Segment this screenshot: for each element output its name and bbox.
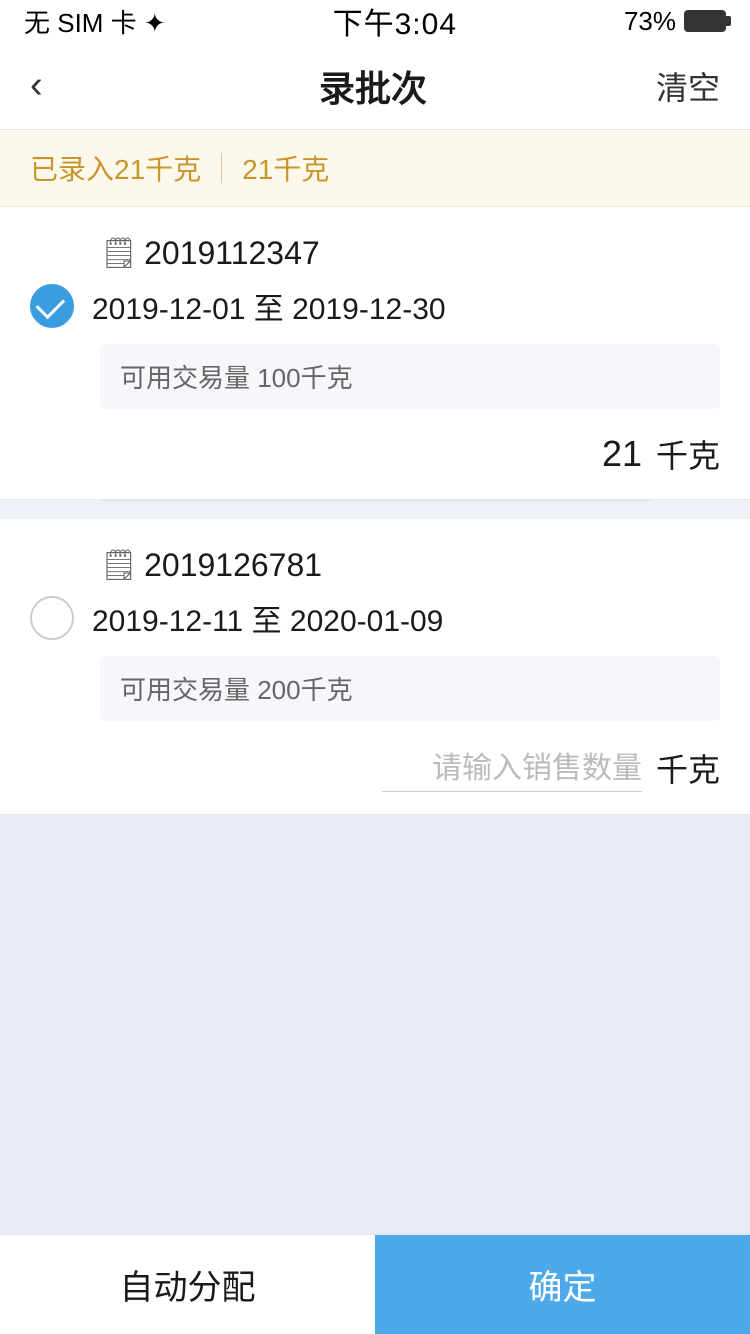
status-right: 73% (624, 6, 726, 37)
bottom-bar: 自动分配 确定 (0, 1234, 750, 1334)
input-unit-2: 千克 (656, 745, 720, 791)
clear-button[interactable]: 清空 (656, 63, 720, 109)
battery-icon (684, 10, 726, 32)
radio-1[interactable] (30, 284, 74, 328)
confirm-button[interactable]: 确定 (375, 1235, 750, 1334)
gray-area (0, 815, 750, 1245)
page-title: 录批次 (319, 60, 427, 112)
battery-percent: 73% (624, 6, 676, 37)
section-gap (0, 501, 750, 519)
batch-date-row-1[interactable]: 2019-12-01 至 2019-12-30 (30, 284, 720, 328)
status-bar: 无 SIM 卡 ✦ 下午3:04 73% (0, 0, 750, 42)
batch-item-2: 🗒 2019126781 2019-12-11 至 2020-01-09 可用交… (0, 519, 750, 815)
batch-date-text-2: 2019-12-11 至 2020-01-09 (92, 596, 443, 640)
input-row-2: 请输入销售数量 千克 (0, 721, 750, 815)
sim-label: 无 SIM 卡 ✦ (24, 3, 166, 40)
batch-available-1: 可用交易量 100千克 (100, 344, 720, 409)
radio-2[interactable] (30, 596, 74, 640)
batch-id-icon-1: 🗒 (100, 236, 138, 271)
batch-id-text-1: 2019112347 (144, 235, 320, 272)
nav-bar: ‹ 录批次 清空 (0, 42, 750, 130)
input-line-2 (382, 791, 642, 792)
batch-item-1: 🗒 2019112347 2019-12-01 至 2019-12-30 可用交… (0, 207, 750, 500)
batch-id-text-2: 2019126781 (144, 547, 322, 584)
batch-date-text-1: 2019-12-01 至 2019-12-30 (92, 284, 446, 328)
summary-divider (221, 153, 222, 183)
summary-bar: 已录入21千克 21千克 (0, 130, 750, 207)
status-time: 下午3:04 (333, 0, 457, 43)
summary-value: 21千克 (242, 148, 329, 188)
batch-available-2: 可用交易量 200千克 (100, 656, 720, 721)
input-placeholder-2: 请输入销售数量 (432, 743, 642, 787)
back-button[interactable]: ‹ (30, 64, 90, 107)
batch-id-row-2: 🗒 2019126781 (100, 547, 720, 584)
batch-id-row-1: 🗒 2019112347 (100, 235, 720, 272)
batch-id-icon-2: 🗒 (100, 548, 138, 583)
quantity-unit-1: 千克 (656, 431, 720, 477)
quantity-value-1: 21 (602, 433, 642, 475)
input-container-2: 请输入销售数量 (30, 743, 642, 792)
auto-distribute-button[interactable]: 自动分配 (0, 1235, 375, 1334)
summary-label: 已录入21千克 (30, 148, 201, 188)
batch-date-row-2[interactable]: 2019-12-11 至 2020-01-09 (30, 596, 720, 640)
status-left: 无 SIM 卡 ✦ (24, 3, 166, 40)
quantity-row-1: 21 千克 (0, 409, 750, 500)
